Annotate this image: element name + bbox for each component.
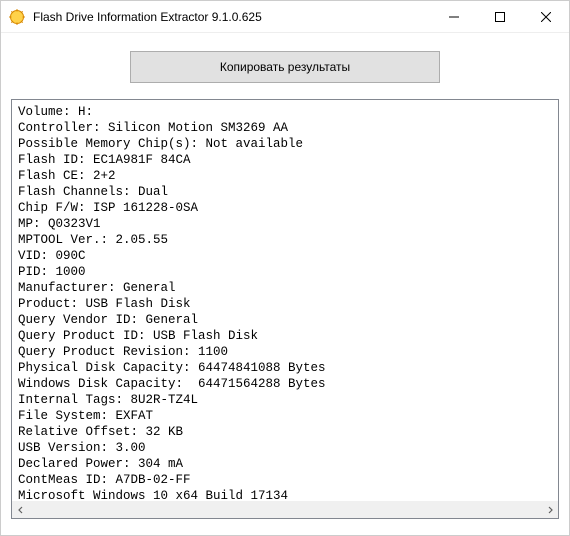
horizontal-scrollbar[interactable] xyxy=(12,501,558,518)
toolbar: Копировать результаты xyxy=(1,33,569,99)
maximize-button[interactable] xyxy=(477,1,523,33)
copy-results-button[interactable]: Копировать результаты xyxy=(130,51,440,83)
close-button[interactable] xyxy=(523,1,569,33)
window-title: Flash Drive Information Extractor 9.1.0.… xyxy=(33,10,431,24)
titlebar: Flash Drive Information Extractor 9.1.0.… xyxy=(1,1,569,33)
scroll-left-arrow[interactable] xyxy=(12,501,29,518)
app-icon xyxy=(9,9,25,25)
info-panel: Volume: H: Controller: Silicon Motion SM… xyxy=(11,99,559,519)
minimize-button[interactable] xyxy=(431,1,477,33)
scroll-right-arrow[interactable] xyxy=(541,501,558,518)
info-text[interactable]: Volume: H: Controller: Silicon Motion SM… xyxy=(12,100,558,501)
scroll-track[interactable] xyxy=(29,501,541,518)
